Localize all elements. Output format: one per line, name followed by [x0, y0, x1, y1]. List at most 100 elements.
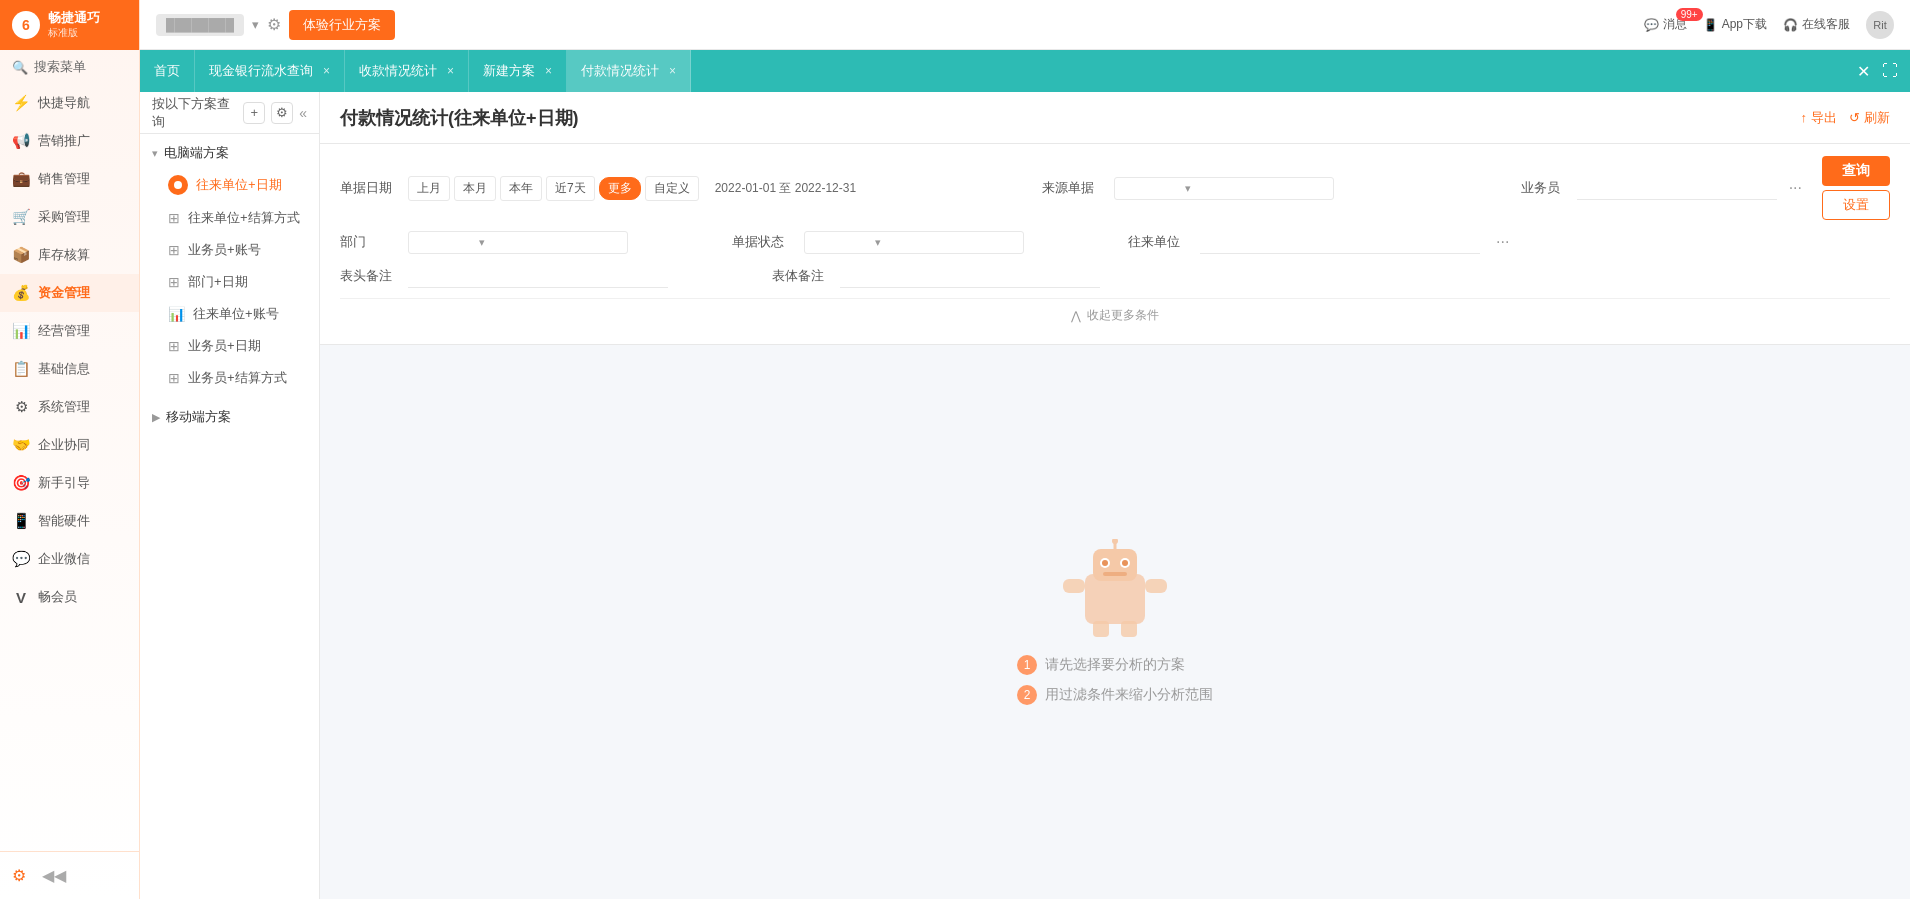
counterpart-input[interactable]	[1200, 230, 1480, 254]
collapse-scheme-btn[interactable]: «	[299, 105, 307, 121]
user-avatar[interactable]: Rit	[1866, 11, 1894, 39]
sidebar-item-vip[interactable]: V 畅会员	[0, 578, 139, 616]
search-label: 搜索菜单	[34, 58, 86, 76]
staff-ellipsis[interactable]: ···	[1789, 179, 1802, 197]
scheme-item-counterpart-date[interactable]: 往来单位+日期	[140, 168, 319, 202]
sidebar-item-basic[interactable]: 📋 基础信息	[0, 350, 139, 388]
sidebar-nav: ⚡ 快捷导航 📢 营销推广 💼 销售管理 🛒 采购管理 📦 库存核算 💰 资金管…	[0, 84, 139, 851]
svg-rect-1	[1085, 574, 1145, 624]
tab-new-scheme-close[interactable]: ×	[545, 64, 552, 78]
online-service-btn[interactable]: 🎧 在线客服	[1783, 16, 1850, 33]
mobile-scheme-group: ▶ 移动端方案	[140, 398, 319, 436]
sidebar-item-quick-nav[interactable]: ⚡ 快捷导航	[0, 84, 139, 122]
gear-icon[interactable]: ⚙	[267, 15, 281, 34]
sidebar-item-sales[interactable]: 💼 销售管理	[0, 160, 139, 198]
app-download-btn[interactable]: 📱 App下载	[1703, 16, 1767, 33]
topbar: ████████ ▾ ⚙ 体验行业方案 💬 消息 99+ 📱 App下载 🎧 在…	[140, 0, 1910, 50]
tab-bank-close[interactable]: ×	[323, 64, 330, 78]
dept-select[interactable]: ▾	[408, 231, 628, 254]
svg-rect-8	[1063, 579, 1085, 593]
tab-payment-close[interactable]: ×	[669, 64, 676, 78]
refresh-btn[interactable]: ↺ 刷新	[1849, 109, 1890, 127]
sidebar-item-enterprise[interactable]: 🤝 企业协同	[0, 426, 139, 464]
svg-rect-9	[1145, 579, 1167, 593]
sidebar-item-inventory[interactable]: 📦 库存核算	[0, 236, 139, 274]
company-name: ████████	[166, 18, 234, 32]
this-month-btn[interactable]: 本月	[454, 176, 496, 201]
filter-row-3: 表头备注 表体备注	[340, 264, 1890, 288]
source-voucher-select[interactable]: ▾	[1114, 177, 1334, 200]
app-icon: 📱	[1703, 18, 1718, 32]
nav-label: 库存核算	[38, 246, 90, 264]
add-scheme-btn[interactable]: +	[243, 102, 265, 124]
sidebar-logo: 6 畅捷通巧 标准版	[0, 0, 139, 50]
counterpart-ellipsis[interactable]: ···	[1496, 233, 1509, 251]
staff-input[interactable]	[1577, 176, 1777, 200]
hint-1-text: 请先选择要分析的方案	[1045, 656, 1185, 674]
tab-home[interactable]: 首页	[140, 50, 195, 92]
desktop-group-label: 电脑端方案	[164, 144, 229, 162]
sidebar-item-purchase[interactable]: 🛒 采购管理	[0, 198, 139, 236]
scheme-header-actions: + ⚙ «	[243, 102, 307, 124]
counterpart-label: 往来单位	[1128, 233, 1188, 251]
sidebar-item-hardware[interactable]: 📱 智能硬件	[0, 502, 139, 540]
mobile-group-title[interactable]: ▶ 移动端方案	[140, 402, 319, 432]
scheme-item-dept-date[interactable]: ⊞ 部门+日期	[140, 266, 319, 298]
trial-btn[interactable]: 体验行业方案	[289, 10, 395, 40]
tab-receipts[interactable]: 收款情况统计 ×	[345, 50, 469, 92]
tab-receipts-close[interactable]: ×	[447, 64, 454, 78]
filter-row-1: 单据日期 上月 本月 本年 近7天 更多 自定义 2022-01-01 至 20…	[340, 156, 1890, 220]
settings-btn[interactable]: 设置	[1822, 190, 1890, 220]
dropdown-icon[interactable]: ▾	[252, 17, 259, 32]
scheme-item-counterpart-account[interactable]: 📊 往来单位+账号	[140, 298, 319, 330]
custom-btn[interactable]: 自定义	[645, 176, 699, 201]
refresh-icon: ↺	[1849, 110, 1860, 125]
scheme-table-icon: ⊞	[168, 370, 180, 386]
company-selector[interactable]: ████████	[156, 14, 244, 36]
sidebar-item-system[interactable]: ⚙ 系统管理	[0, 388, 139, 426]
tab-new-scheme[interactable]: 新建方案 ×	[469, 50, 567, 92]
tab-receipts-label: 收款情况统计	[359, 62, 437, 80]
nav-label: 资金管理	[38, 284, 90, 302]
last-month-btn[interactable]: 上月	[408, 176, 450, 201]
tab-payment-label: 付款情况统计	[581, 62, 659, 80]
sidebar-item-guide[interactable]: 🎯 新手引导	[0, 464, 139, 502]
desktop-group-arrow: ▾	[152, 147, 158, 160]
scheme-settings-btn[interactable]: ⚙	[271, 102, 293, 124]
collapse-sidebar-icon[interactable]: ◀◀	[42, 866, 66, 885]
tab-bank[interactable]: 现金银行流水查询 ×	[195, 50, 345, 92]
empty-state: 1 请先选择要分析的方案 2 用过滤条件来缩小分析范围	[1017, 539, 1213, 705]
sidebar: 6 畅捷通巧 标准版 🔍 搜索菜单 ⚡ 快捷导航 📢 营销推广 💼 销售管理 🛒…	[0, 0, 140, 899]
scheme-item-staff-account[interactable]: ⊞ 业务员+账号	[140, 234, 319, 266]
settings-icon[interactable]: ⚙	[12, 866, 26, 885]
query-btn[interactable]: 查询	[1822, 156, 1890, 186]
this-year-btn[interactable]: 本年	[500, 176, 542, 201]
table-header-note-input[interactable]	[408, 264, 668, 288]
scheme-item-staff-date[interactable]: ⊞ 业务员+日期	[140, 330, 319, 362]
desktop-group-title[interactable]: ▾ 电脑端方案	[140, 138, 319, 168]
sidebar-item-operation[interactable]: 📊 经营管理	[0, 312, 139, 350]
nav-label: 营销推广	[38, 132, 90, 150]
export-btn[interactable]: ↑ 导出	[1801, 109, 1838, 127]
sidebar-search[interactable]: 🔍 搜索菜单	[0, 50, 139, 84]
last-7days-btn[interactable]: 近7天	[546, 176, 595, 201]
export-label: 导出	[1811, 109, 1837, 127]
close-all-tabs-btn[interactable]: ✕	[1857, 62, 1870, 81]
logo-sub: 标准版	[48, 26, 100, 40]
sidebar-item-marketing[interactable]: 📢 营销推广	[0, 122, 139, 160]
tab-payment[interactable]: 付款情况统计 ×	[567, 50, 691, 92]
message-btn[interactable]: 💬 消息 99+	[1644, 16, 1687, 33]
voucher-status-label: 单据状态	[732, 233, 792, 251]
sidebar-item-wechat[interactable]: 💬 企业微信	[0, 540, 139, 578]
system-icon: ⚙	[12, 398, 30, 416]
more-btn[interactable]: 更多	[599, 177, 641, 200]
sidebar-item-fund[interactable]: 💰 资金管理	[0, 274, 139, 312]
scheme-table-icon: ⊞	[168, 274, 180, 290]
scheme-item-counterpart-settlement[interactable]: ⊞ 往来单位+结算方式	[140, 202, 319, 234]
table-body-note-input[interactable]	[840, 264, 1100, 288]
collapse-more-btn[interactable]: ⋀ 收起更多条件	[340, 298, 1890, 332]
maximize-btn[interactable]: ⛶	[1882, 62, 1898, 80]
scheme-item-staff-settlement[interactable]: ⊞ 业务员+结算方式	[140, 362, 319, 394]
voucher-status-select[interactable]: ▾	[804, 231, 1024, 254]
message-badge: 99+	[1676, 8, 1703, 21]
